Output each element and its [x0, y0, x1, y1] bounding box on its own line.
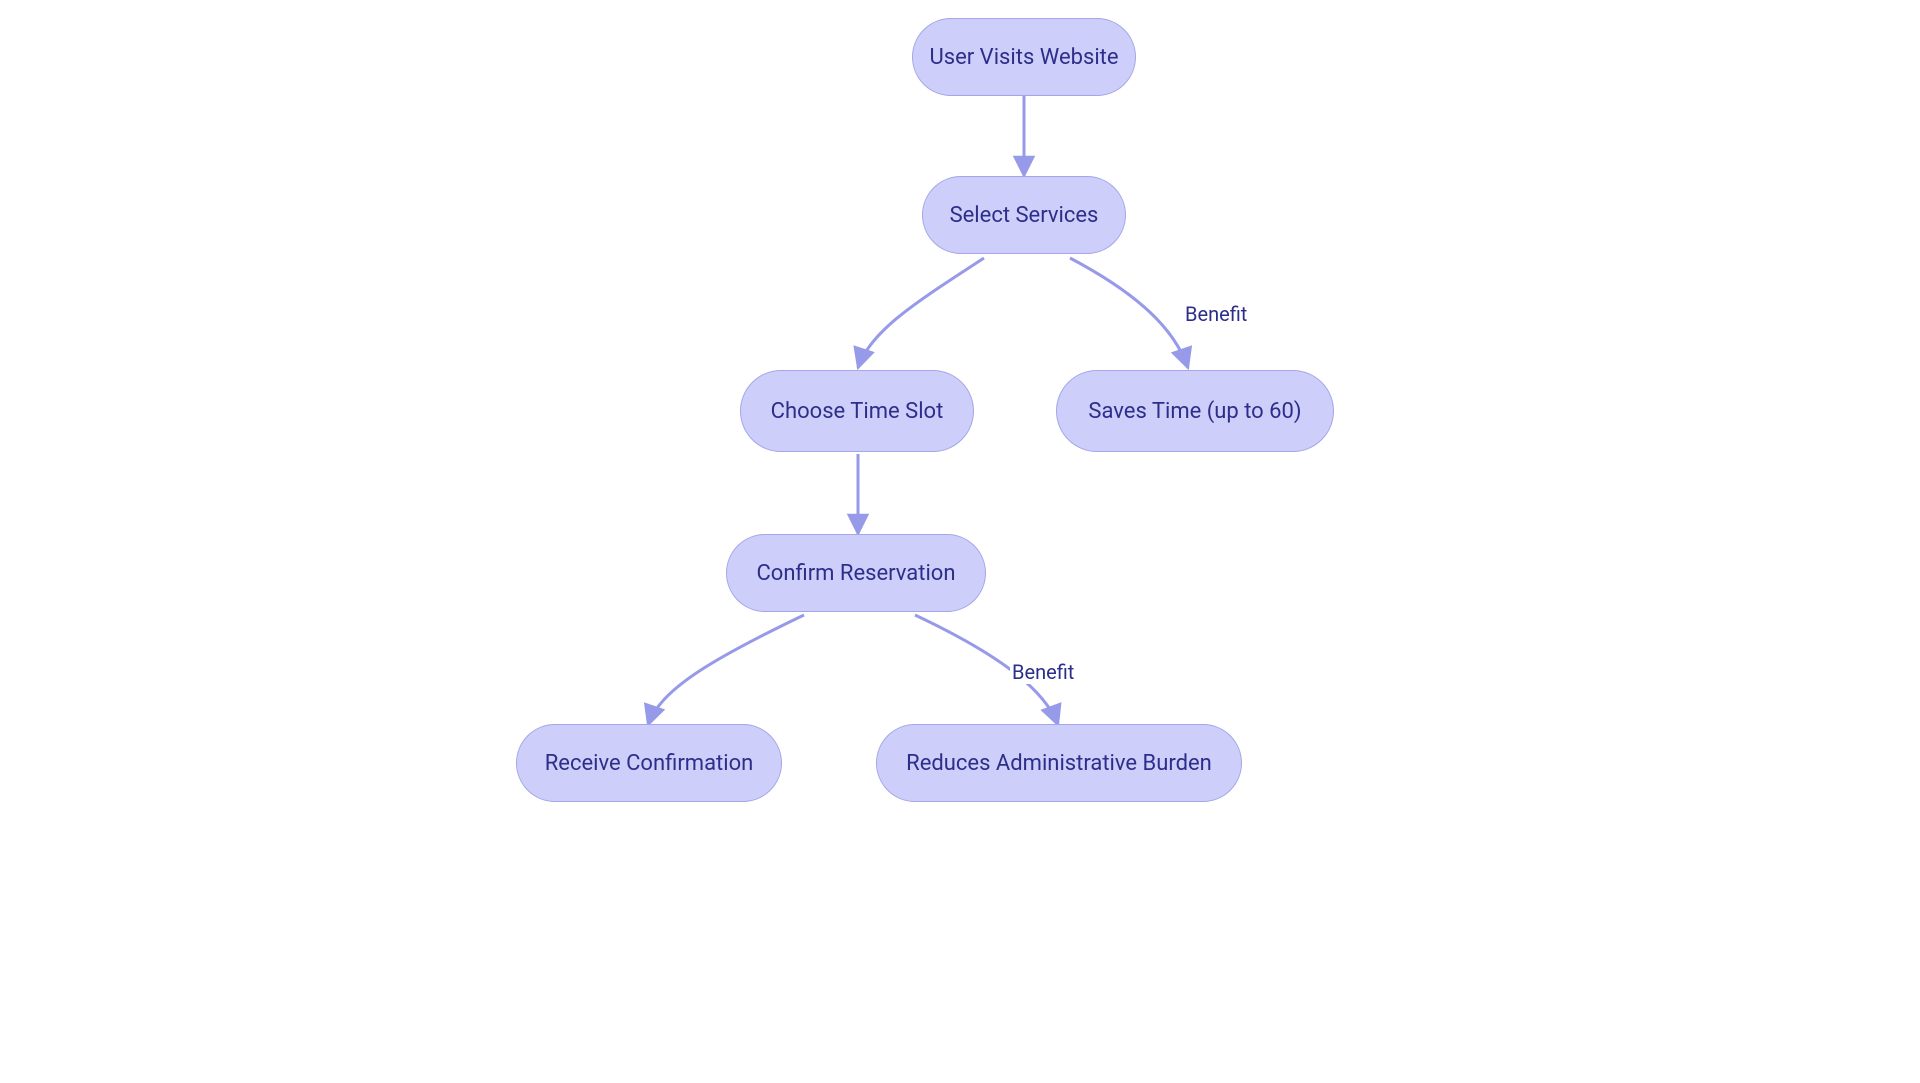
edge-label-benefit-2: Benefit — [1010, 660, 1076, 684]
flowchart-canvas: User Visits Website Select Services Choo… — [200, 0, 1720, 855]
node-user-visits-website: User Visits Website — [912, 18, 1136, 96]
edge-label-benefit-1: Benefit — [1183, 302, 1249, 326]
node-label: Choose Time Slot — [771, 399, 944, 424]
node-label: Confirm Reservation — [756, 561, 955, 586]
node-label: User Visits Website — [929, 45, 1118, 70]
node-confirm-reservation: Confirm Reservation — [726, 534, 986, 612]
node-select-services: Select Services — [922, 176, 1126, 254]
node-label: Reduces Administrative Burden — [906, 751, 1212, 776]
node-reduces-admin-burden: Reduces Administrative Burden — [876, 724, 1242, 802]
node-saves-time: Saves Time (up to 60) — [1056, 370, 1334, 452]
edge-n5-n6 — [648, 615, 804, 725]
node-label: Saves Time (up to 60) — [1088, 399, 1301, 424]
node-choose-time-slot: Choose Time Slot — [740, 370, 974, 452]
edge-n2-n4 — [1070, 258, 1188, 368]
node-receive-confirmation: Receive Confirmation — [516, 724, 782, 802]
node-label: Receive Confirmation — [545, 751, 754, 776]
node-label: Select Services — [950, 203, 1099, 228]
edge-n2-n3 — [858, 258, 984, 368]
